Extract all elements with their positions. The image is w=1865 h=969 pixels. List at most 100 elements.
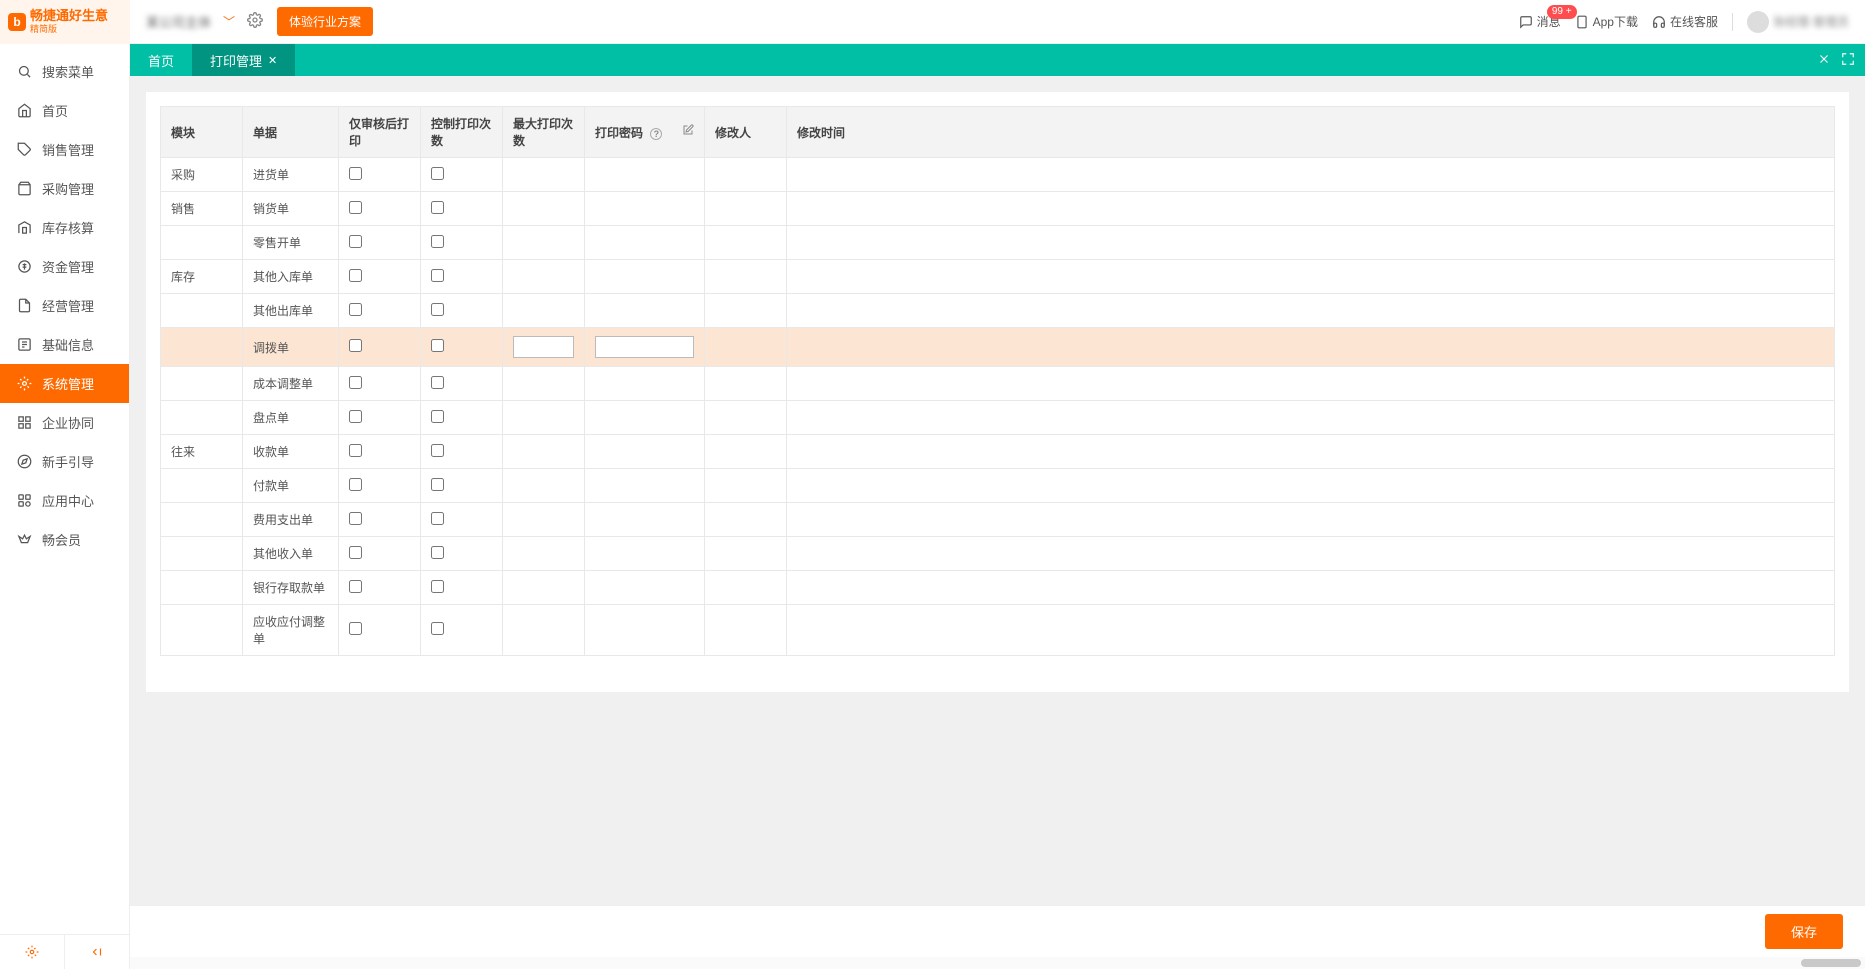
audit-only-checkbox[interactable] [349,376,362,389]
support-button[interactable]: 在线客服 [1652,13,1718,30]
limit-count-checkbox[interactable] [431,444,444,457]
fullscreen-icon[interactable] [1841,52,1855,69]
table-row: 成本调整单 [161,367,1835,401]
limit-count-checkbox[interactable] [431,410,444,423]
limit-count-checkbox[interactable] [431,167,444,180]
sidebar-item-3[interactable]: 采购管理 [0,169,129,208]
cell-modifier [705,537,787,571]
audit-only-checkbox[interactable] [349,478,362,491]
chevron-down-icon[interactable]: ﹀ [223,13,235,30]
sidebar-item-6[interactable]: 经营管理 [0,286,129,325]
sidebar-item-label: 搜索菜单 [42,62,94,81]
sidebar-item-10[interactable]: 新手引导 [0,442,129,481]
audit-only-checkbox[interactable] [349,512,362,525]
sidebar-item-label: 库存核算 [42,218,94,237]
sidebar-settings-button[interactable] [0,935,64,969]
limit-count-checkbox[interactable] [431,622,444,635]
audit-only-checkbox[interactable] [349,235,362,248]
cell-bill: 应收应付调整单 [243,605,339,656]
limit-count-checkbox[interactable] [431,512,444,525]
audit-only-checkbox[interactable] [349,444,362,457]
audit-only-checkbox[interactable] [349,201,362,214]
sidebar-item-0[interactable]: 搜索菜单 [0,52,129,91]
cell-audit-only [339,260,421,294]
audit-only-checkbox[interactable] [349,339,362,352]
cell-bill: 付款单 [243,469,339,503]
gear-icon [16,376,32,392]
limit-count-checkbox[interactable] [431,339,444,352]
app-download-button[interactable]: App下载 [1575,13,1638,30]
cta-button[interactable]: 体验行业方案 [277,7,373,36]
messages-button[interactable]: 消息 99 + [1519,13,1561,30]
org-settings-icon[interactable] [247,12,263,31]
tab-1[interactable]: 打印管理 ✕ [192,44,295,76]
cell-modified-at [787,503,1835,537]
sidebar-collapse-button[interactable] [64,935,129,969]
audit-only-checkbox[interactable] [349,410,362,423]
cell-limit-count [421,294,503,328]
cell-module: 库存 [161,260,243,294]
limit-count-checkbox[interactable] [431,303,444,316]
cell-modified-at [787,435,1835,469]
sidebar-item-9[interactable]: 企业协同 [0,403,129,442]
edit-password-icon[interactable] [682,124,694,139]
logo[interactable]: b 畅捷通好生意 精简版 [0,0,130,44]
sidebar-item-4[interactable]: 库存核算 [0,208,129,247]
tab-label: 打印管理 [210,51,262,70]
sidebar: 搜索菜单首页销售管理采购管理库存核算资金管理经营管理基础信息系统管理企业协同新手… [0,44,130,969]
audit-only-checkbox[interactable] [349,622,362,635]
cell-limit-count [421,226,503,260]
org-selector[interactable]: 某公司主体 [146,12,211,31]
sidebar-item-11[interactable]: 应用中心 [0,481,129,520]
help-icon[interactable]: ? [650,128,662,140]
limit-count-checkbox[interactable] [431,235,444,248]
cell-limit-count [421,192,503,226]
audit-only-checkbox[interactable] [349,269,362,282]
close-all-tabs-icon[interactable] [1817,52,1831,69]
limit-count-checkbox[interactable] [431,478,444,491]
cell-modifier [705,503,787,537]
cell-limit-count [421,328,503,367]
sidebar-item-1[interactable]: 首页 [0,91,129,130]
cell-max-count [503,571,585,605]
sidebar-item-label: 销售管理 [42,140,94,159]
audit-only-checkbox[interactable] [349,303,362,316]
cell-module [161,294,243,328]
sidebar-item-label: 畅会员 [42,530,81,549]
limit-count-checkbox[interactable] [431,546,444,559]
close-icon[interactable]: ✕ [268,54,277,67]
audit-only-checkbox[interactable] [349,580,362,593]
sidebar-item-8[interactable]: 系统管理 [0,364,129,403]
password-input[interactable] [595,336,694,358]
search-icon [16,64,32,80]
messages-badge: 99 + [1547,5,1577,19]
horizontal-scrollbar[interactable] [130,957,1865,969]
cell-module [161,537,243,571]
table-row: 应收应付调整单 [161,605,1835,656]
sidebar-item-5[interactable]: 资金管理 [0,247,129,286]
audit-only-checkbox[interactable] [349,167,362,180]
cell-modified-at [787,294,1835,328]
save-button[interactable]: 保存 [1765,914,1843,949]
cell-max-count [503,226,585,260]
cell-module [161,469,243,503]
bag-icon [16,181,32,197]
max-count-input[interactable] [513,336,574,358]
sidebar-item-12[interactable]: 畅会员 [0,520,129,559]
user-menu[interactable]: 张经理-管理员 [1747,11,1849,33]
cell-limit-count [421,158,503,192]
audit-only-checkbox[interactable] [349,546,362,559]
limit-count-checkbox[interactable] [431,269,444,282]
limit-count-checkbox[interactable] [431,201,444,214]
tab-0[interactable]: 首页 [130,44,192,76]
cell-password [585,537,705,571]
sidebar-item-2[interactable]: 销售管理 [0,130,129,169]
user-name: 张经理-管理员 [1773,13,1849,30]
limit-count-checkbox[interactable] [431,376,444,389]
limit-count-checkbox[interactable] [431,580,444,593]
footer: 保存 [130,905,1865,957]
sidebar-item-7[interactable]: 基础信息 [0,325,129,364]
table-row: 其他出库单 [161,294,1835,328]
cell-modifier [705,192,787,226]
cell-audit-only [339,401,421,435]
